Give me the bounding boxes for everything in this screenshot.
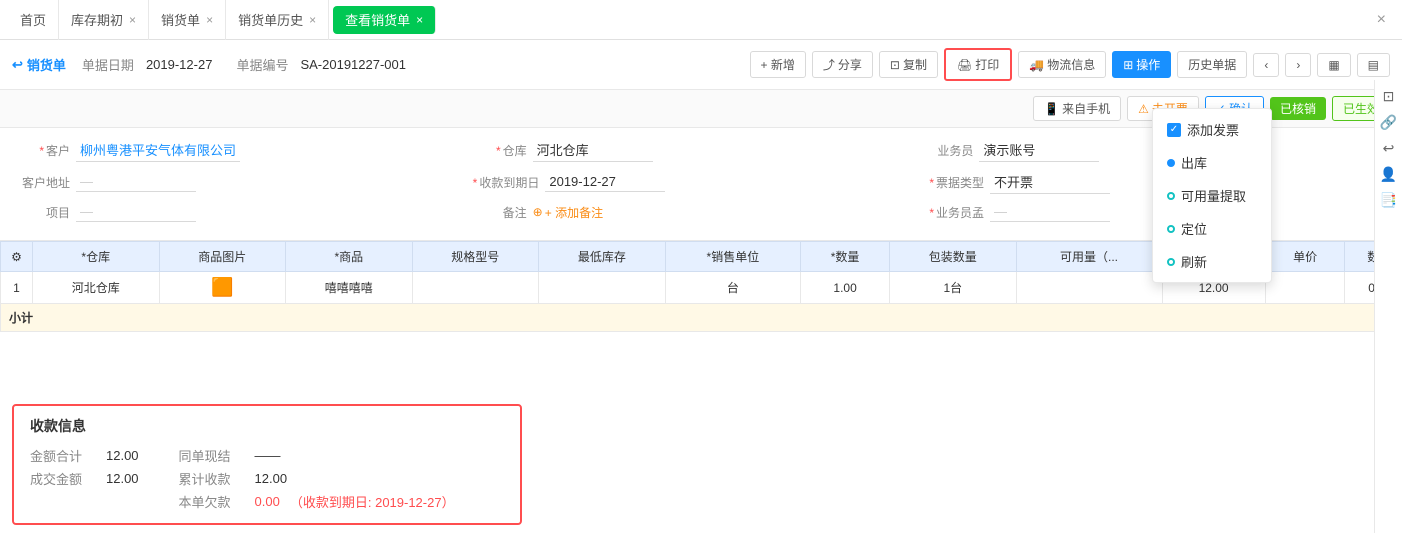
prev-button[interactable]: ‹ (1253, 53, 1279, 77)
share-icon: ⤴ (823, 56, 835, 73)
doc-type-icon: ↩ (12, 57, 23, 73)
summary-right: 同单现结 —— 累计收款 12.00 本单欠款 0.00 （收款到期日: 201… (179, 444, 455, 513)
close-tab-sales-order[interactable]: × (206, 13, 213, 27)
summary-left: 金额合计 12.00 成交金额 12.00 (30, 444, 139, 513)
share-button[interactable]: ⤴ 分享 (812, 51, 873, 78)
print-icon: 🖨 (957, 58, 972, 72)
tab-bar: 首页 库存期初 × 销货单 × 销货单历史 × 查看销货单 × × (0, 0, 1402, 40)
bottom-panel-area: 收款信息 金额合计 12.00 成交金额 12.00 (0, 396, 1402, 533)
radio-available (1167, 192, 1175, 200)
copy-icon: ⊡ (890, 58, 900, 72)
tab-home[interactable]: 首页 (8, 0, 59, 40)
sidebar-icon-3[interactable]: ↩ (1377, 136, 1401, 160)
col-pkg-qty: 包装数量 (890, 242, 1017, 272)
radio-outbound (1167, 159, 1175, 167)
col-settings[interactable]: ⚙ (1, 242, 33, 272)
row-image: 🟧 (159, 272, 286, 304)
grid-icon: ⊞ (1123, 58, 1133, 72)
sidebar-icon-2[interactable]: 🔗 (1377, 110, 1401, 134)
truck-icon: 🚚 (1029, 58, 1044, 72)
note-field: 备注 ⊕ + 添加备注 (473, 204, 930, 221)
dropdown-available-qty[interactable]: 可用量提取 (1153, 179, 1271, 212)
radio-refresh (1167, 258, 1175, 266)
row-pkg-qty: 1台 (890, 272, 1017, 304)
grid-view2-button[interactable]: ▤ (1357, 53, 1390, 77)
sidebar-icon-5[interactable]: 📑 (1377, 188, 1401, 212)
row-unit: 台 (665, 272, 801, 304)
single-settle-row: 同单现结 —— (179, 444, 455, 467)
col-image: 商品图片 (159, 242, 286, 272)
col-available: 可用量（... (1016, 242, 1162, 272)
add-note-button[interactable]: ⊕ + 添加备注 (533, 204, 603, 221)
due-note: （收款到期日: 2019-12-27） (290, 492, 455, 511)
col-min-stock: 最低库存 (539, 242, 666, 272)
from-phone-button[interactable]: 📱 来自手机 (1033, 96, 1121, 121)
col-spec: 规格型号 (412, 242, 539, 272)
row-min-stock (539, 272, 666, 304)
warehouse-field: 仓库 河北仓库 (473, 138, 930, 162)
print-highlight-box: 🖨 打印 (944, 48, 1012, 81)
col-unit: *销售单位 (665, 242, 801, 272)
row-spec (412, 272, 539, 304)
print-button[interactable]: 🖨 打印 (947, 52, 1009, 77)
row-available (1016, 272, 1162, 304)
document-title: ↩ 销货单 (12, 55, 66, 74)
sold-badge: 已核销 (1270, 97, 1326, 120)
copy-button[interactable]: ⊡ 复制 (879, 51, 938, 78)
tab-sales-order[interactable]: 销货单 × (149, 0, 226, 40)
current-due-row: 本单欠款 0.00 （收款到期日: 2019-12-27） (179, 490, 455, 513)
operate-button[interactable]: ⊞ 操作 (1112, 51, 1171, 78)
history-button[interactable]: 历史单据 (1177, 51, 1247, 78)
document-meta: 单据日期 2019-12-27 单据编号 SA-20191227-001 (82, 55, 750, 74)
tab-sales-history[interactable]: 销货单历史 × (226, 0, 329, 40)
row-warehouse: 河北仓库 (33, 272, 160, 304)
phone-icon: 📱 (1044, 102, 1059, 116)
warning-icon: ⚠ (1138, 102, 1149, 116)
new-button[interactable]: + 新增 (750, 51, 806, 78)
cumulative-row: 累计收款 12.00 (179, 467, 455, 490)
project-field: 项目 — (16, 202, 473, 222)
tab-view-sales-order[interactable]: 查看销货单 × (333, 6, 436, 34)
dropdown-outbound[interactable]: 出库 (1153, 146, 1271, 179)
sidebar-icon-4[interactable]: 👤 (1377, 162, 1401, 186)
row-qty: 1.00 (801, 272, 890, 304)
payment-title: 收款信息 (30, 416, 504, 436)
dropdown-refresh[interactable]: 刷新 (1153, 245, 1271, 278)
customer-field: 客户 柳州粤港平安气体有限公司 (16, 138, 473, 162)
document-actions: + 新增 ⤴ 分享 ⊡ 复制 🖨 打印 🚚 物流信息 (750, 48, 1390, 81)
row-price (1265, 272, 1345, 304)
right-sidebar: ⊡ 🔗 ↩ 👤 📑 ⤡ (1374, 80, 1402, 533)
amount-total-row: 金额合计 12.00 (30, 444, 139, 467)
close-tab-sales-history[interactable]: × (309, 13, 316, 27)
row-index: 1 (1, 272, 33, 304)
dropdown-locate[interactable]: 定位 (1153, 212, 1271, 245)
subtotal-row: 小计 (1, 304, 1402, 332)
payment-info-box: 收款信息 金额合计 12.00 成交金额 12.00 (12, 404, 522, 525)
col-qty: *数量 (801, 242, 890, 272)
sidebar-icon-1[interactable]: ⊡ (1377, 84, 1401, 108)
close-tab-inventory-init[interactable]: × (129, 13, 136, 27)
plus-icon: ⊕ (533, 205, 543, 219)
address-field: 客户地址 — (16, 172, 473, 192)
close-tab-view[interactable]: × (416, 13, 423, 27)
next-button[interactable]: › (1285, 53, 1311, 77)
checkbox-add-invoice: ✓ (1167, 123, 1181, 137)
row-product: 嘻嘻嘻嘻 (286, 272, 413, 304)
deal-amount-row: 成交金额 12.00 (30, 467, 139, 490)
global-close-button[interactable]: × (1369, 11, 1394, 29)
subtotal-label: 小计 (1, 304, 1402, 332)
col-price: 单价 (1265, 242, 1345, 272)
logistics-button[interactable]: 🚚 物流信息 (1018, 51, 1106, 78)
col-product: *商品 (286, 242, 413, 272)
tab-inventory-init[interactable]: 库存期初 × (59, 0, 149, 40)
document-header: ↩ 销货单 单据日期 2019-12-27 单据编号 SA-20191227-0… (0, 40, 1402, 90)
grid-view1-button[interactable]: ▦ (1317, 53, 1350, 77)
summary-content: 金额合计 12.00 成交金额 12.00 同单现结 —— (30, 444, 504, 513)
dropdown-add-invoice[interactable]: ✓ 添加发票 (1153, 113, 1271, 146)
due-date-field: 收款到期日 2019-12-27 (473, 172, 930, 192)
radio-locate (1167, 225, 1175, 233)
operate-dropdown: ✓ 添加发票 出库 可用量提取 定位 刷新 (1152, 108, 1272, 283)
col-warehouse: *仓库 (33, 242, 160, 272)
